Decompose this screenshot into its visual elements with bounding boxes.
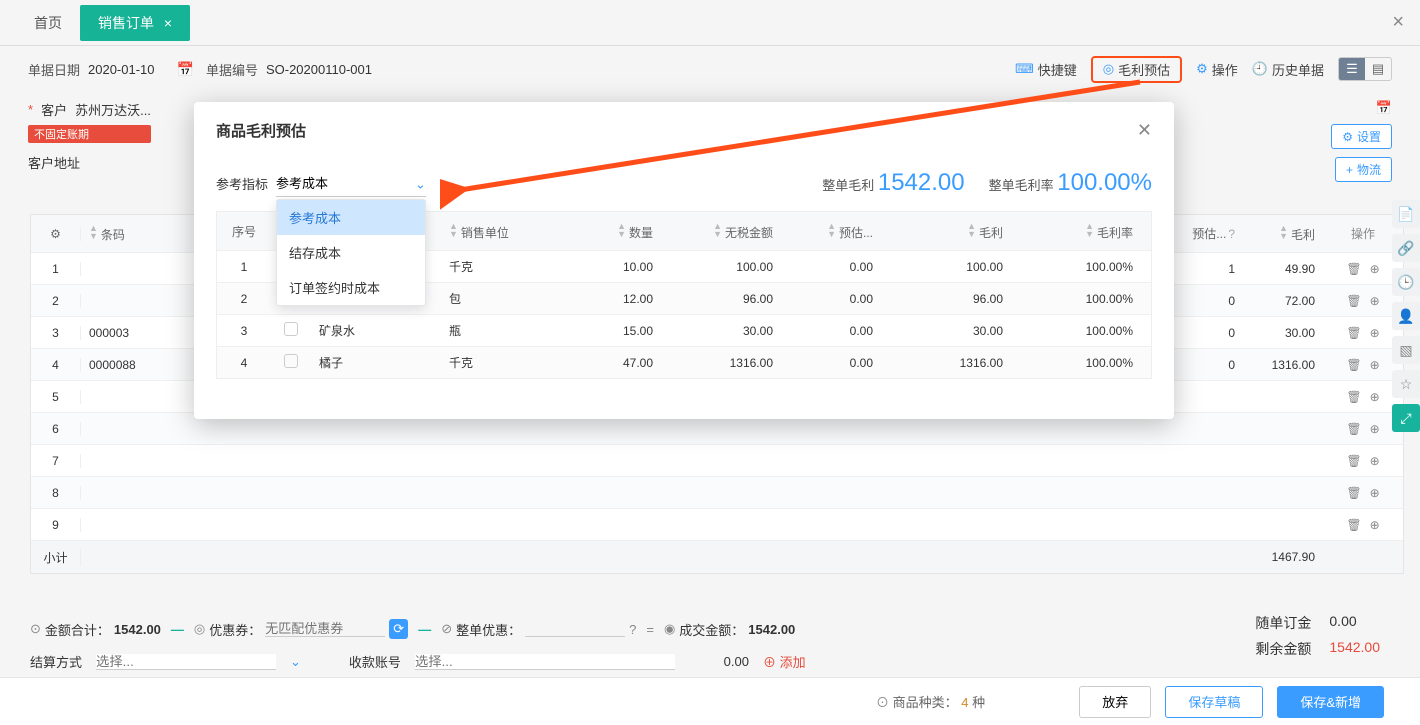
mh-no: 序号 [217,223,271,240]
mrow-profit: 100.00 [881,260,1011,274]
mh-qty: 数量 [629,226,653,240]
sort-icon-m3[interactable]: ▲▼ [713,222,722,238]
mrow-amt: 30.00 [661,324,781,338]
profit-modal: 商品毛利预估 ✕ 参考指标 ⌃ 参考成本 结存成本 订单签约时成本 整单毛利 1… [194,102,1174,419]
sort-icon-m6[interactable]: ▲▼ [1085,222,1094,238]
mrow-name: 矿泉水 [311,322,441,339]
modal-title: 商品毛利预估 [216,120,306,141]
row-checkbox[interactable] [284,354,298,368]
mrow-unit: 瓶 [441,322,561,339]
mrow-unit: 千克 [441,258,561,275]
sort-icon-m2[interactable]: ▲▼ [617,222,626,238]
mh-unit: 销售单位 [461,226,509,240]
mrow-no: 1 [217,260,271,274]
modal-table-row: 3 矿泉水 瓶 15.00 30.00 0.00 30.00 100.00% [217,314,1151,346]
mrow-rate: 100.00% [1011,324,1141,338]
order-rate-label: 整单毛利率 [989,178,1054,193]
dropdown-option[interactable]: 订单签约时成本 [277,270,425,305]
mrow-profit: 96.00 [881,292,1011,306]
dropdown-option[interactable]: 参考成本 [277,200,425,235]
mh-rate: 毛利率 [1097,226,1133,240]
mrow-no: 3 [217,324,271,338]
mrow-unit: 千克 [441,354,561,371]
mrow-est: 0.00 [781,356,881,370]
mrow-est: 0.00 [781,292,881,306]
mrow-est: 0.00 [781,324,881,338]
order-rate-value: 100.00% [1057,169,1152,196]
mh-profit: 毛利 [979,226,1003,240]
sort-icon-m1[interactable]: ▲▼ [449,222,458,238]
sort-icon-m4[interactable]: ▲▼ [827,222,836,238]
row-checkbox[interactable] [284,322,298,336]
mrow-est: 0.00 [781,260,881,274]
mrow-qty: 10.00 [561,260,661,274]
order-profit-value: 1542.00 [878,169,965,196]
mrow-unit: 包 [441,290,561,307]
sort-icon-m5[interactable]: ▲▼ [967,222,976,238]
mrow-qty: 47.00 [561,356,661,370]
indicator-dropdown: 参考成本 结存成本 订单签约时成本 [276,199,426,306]
chevron-up-icon: ⌃ [415,175,426,191]
mrow-rate: 100.00% [1011,356,1141,370]
indicator-input[interactable] [276,175,415,190]
mrow-profit: 1316.00 [881,356,1011,370]
mrow-amt: 1316.00 [661,356,781,370]
mrow-no: 2 [217,292,271,306]
modal-close-icon[interactable]: ✕ [1137,120,1152,141]
mrow-amt: 96.00 [661,292,781,306]
order-profit-label: 整单毛利 [822,178,874,193]
indicator-select[interactable]: ⌃ 参考成本 结存成本 订单签约时成本 [276,169,426,197]
mrow-qty: 15.00 [561,324,661,338]
mrow-name: 橘子 [311,354,441,371]
mrow-profit: 30.00 [881,324,1011,338]
mrow-rate: 100.00% [1011,260,1141,274]
mrow-no: 4 [217,356,271,370]
mrow-amt: 100.00 [661,260,781,274]
dropdown-option[interactable]: 结存成本 [277,235,425,270]
indicator-label: 参考指标 [216,174,268,193]
modal-table-row: 4 橘子 千克 47.00 1316.00 0.00 1316.00 100.0… [217,346,1151,378]
mh-amt: 无税金额 [725,226,773,240]
mh-est: 预估... [839,226,873,240]
mrow-qty: 12.00 [561,292,661,306]
mrow-rate: 100.00% [1011,292,1141,306]
